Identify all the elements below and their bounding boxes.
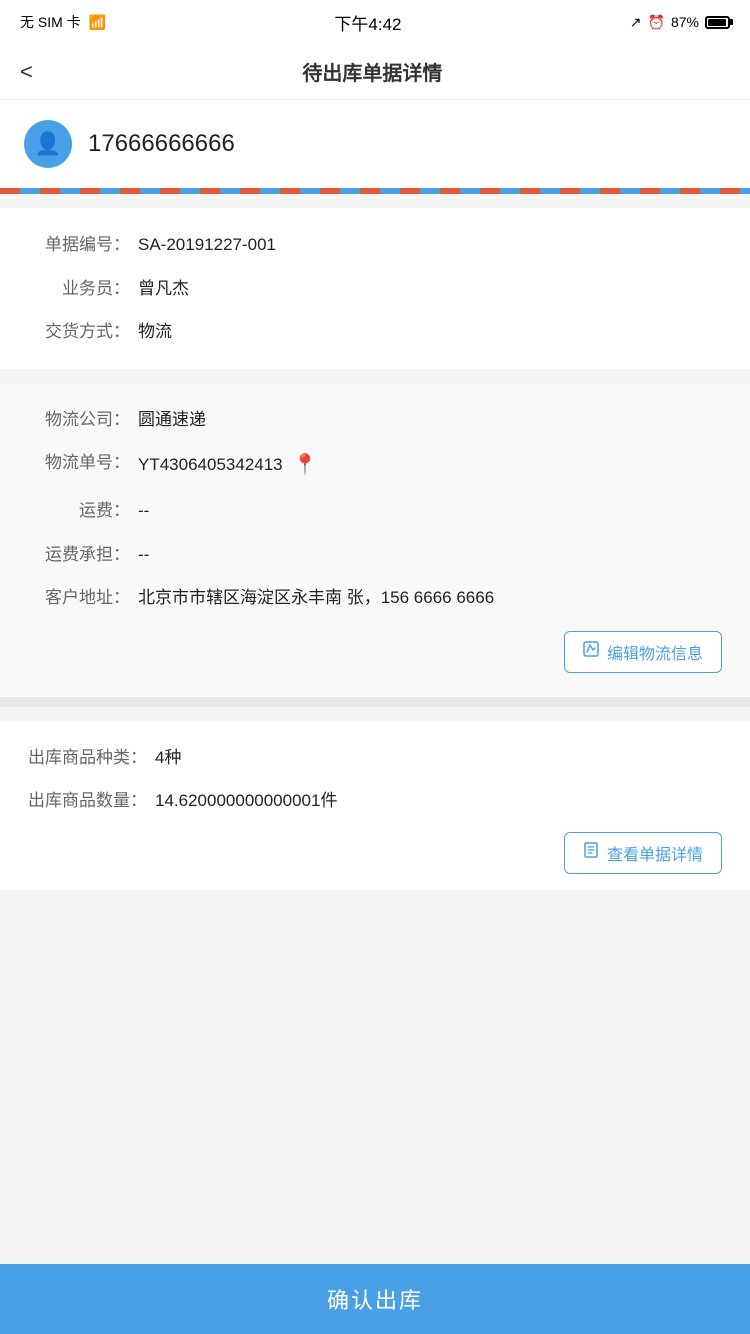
- battery-icon: [705, 16, 730, 29]
- wifi-icon: 📶: [89, 14, 106, 31]
- tracking-number-row: 物流单号： YT43064053424​13 📍: [28, 450, 722, 480]
- avatar-icon: 👤: [34, 131, 61, 157]
- view-detail-container: 查看单据详情: [28, 832, 722, 874]
- address-row: 客户地址： 北京市市辖区海淀区永丰南 张，156 6666 6666: [28, 585, 722, 611]
- map-pin-icon[interactable]: 📍: [293, 450, 318, 480]
- alarm-icon: ⏰: [648, 14, 665, 31]
- freight-bearer-value: --: [138, 542, 722, 568]
- customer-header: 👤 17666666666: [0, 100, 750, 188]
- location-service-icon: ↗: [630, 14, 642, 31]
- status-time: 下午4:42: [334, 10, 401, 35]
- battery-text: 87%: [671, 14, 699, 30]
- tracking-number-text: YT43064053424​13: [138, 452, 283, 478]
- tracking-number-label: 物流单号：: [28, 450, 138, 476]
- product-category-value: 4种: [155, 745, 722, 771]
- view-detail-button[interactable]: 查看单据详情: [564, 832, 722, 874]
- confirm-button-label: 确认出库: [327, 1283, 423, 1315]
- address-value: 北京市市辖区海淀区永丰南 张，156 6666 6666: [138, 585, 722, 611]
- order-number-row: 单据编号： SA-20191227-001: [28, 232, 722, 258]
- logistics-card: 物流公司： 圆通速递 物流单号： YT43064053424​13 📍 运费： …: [0, 383, 750, 697]
- carrier-text: 无 SIM 卡: [20, 12, 81, 32]
- salesperson-label: 业务员：: [28, 276, 138, 302]
- logistics-company-label: 物流公司：: [28, 407, 138, 433]
- dashed-divider: [0, 188, 750, 194]
- product-quantity-value: 14.620000000000001件: [155, 788, 722, 814]
- status-bar: 无 SIM 卡 📶 下午4:42 ↗ ⏰ 87%: [0, 0, 750, 44]
- status-right: ↗ ⏰ 87%: [630, 14, 730, 31]
- nav-bar: < 待出库单据详情: [0, 44, 750, 100]
- document-icon: [583, 842, 599, 863]
- order-info-section: 单据编号： SA-20191227-001 业务员： 曾凡杰 交货方式： 物流: [0, 208, 750, 369]
- freight-value: --: [138, 498, 722, 524]
- page-title: 待出库单据详情: [45, 57, 700, 86]
- edit-logistics-container: 编辑物流信息: [28, 631, 722, 673]
- salesperson-row: 业务员： 曾凡杰: [28, 276, 722, 302]
- product-stats-section: 出库商品种类： 4种 出库商品数量： 14.620000000000001件 查…: [0, 721, 750, 890]
- delivery-method-value: 物流: [138, 319, 722, 345]
- empty-area: [0, 890, 750, 1090]
- delivery-method-label: 交货方式：: [28, 319, 138, 345]
- salesperson-value: 曾凡杰: [138, 276, 722, 302]
- freight-bearer-row: 运费承担： --: [28, 542, 722, 568]
- confirm-button[interactable]: 确认出库: [0, 1264, 750, 1334]
- freight-label: 运费：: [28, 498, 138, 524]
- status-left: 无 SIM 卡 📶: [20, 12, 106, 32]
- view-detail-label: 查看单据详情: [607, 841, 703, 865]
- product-quantity-row: 出库商品数量： 14.620000000000001件: [28, 788, 722, 814]
- product-category-row: 出库商品种类： 4种: [28, 745, 722, 771]
- product-quantity-label: 出库商品数量：: [28, 788, 155, 814]
- edit-logistics-button[interactable]: 编辑物流信息: [564, 631, 722, 673]
- order-number-label: 单据编号：: [28, 232, 138, 258]
- back-button[interactable]: <: [20, 53, 45, 91]
- freight-bearer-label: 运费承担：: [28, 542, 138, 568]
- customer-phone: 17666666666: [88, 130, 235, 158]
- logistics-company-value: 圆通速递: [138, 407, 722, 433]
- delivery-method-row: 交货方式： 物流: [28, 319, 722, 345]
- edit-logistics-label: 编辑物流信息: [607, 640, 703, 664]
- tracking-number-value: YT43064053424​13 📍: [138, 450, 722, 480]
- order-number-value: SA-20191227-001: [138, 232, 722, 258]
- section-divider: [0, 697, 750, 707]
- logistics-company-row: 物流公司： 圆通速递: [28, 407, 722, 433]
- freight-row: 运费： --: [28, 498, 722, 524]
- edit-icon: [583, 641, 599, 662]
- product-category-label: 出库商品种类：: [28, 745, 155, 771]
- customer-avatar: 👤: [24, 120, 72, 168]
- address-label: 客户地址：: [28, 585, 138, 611]
